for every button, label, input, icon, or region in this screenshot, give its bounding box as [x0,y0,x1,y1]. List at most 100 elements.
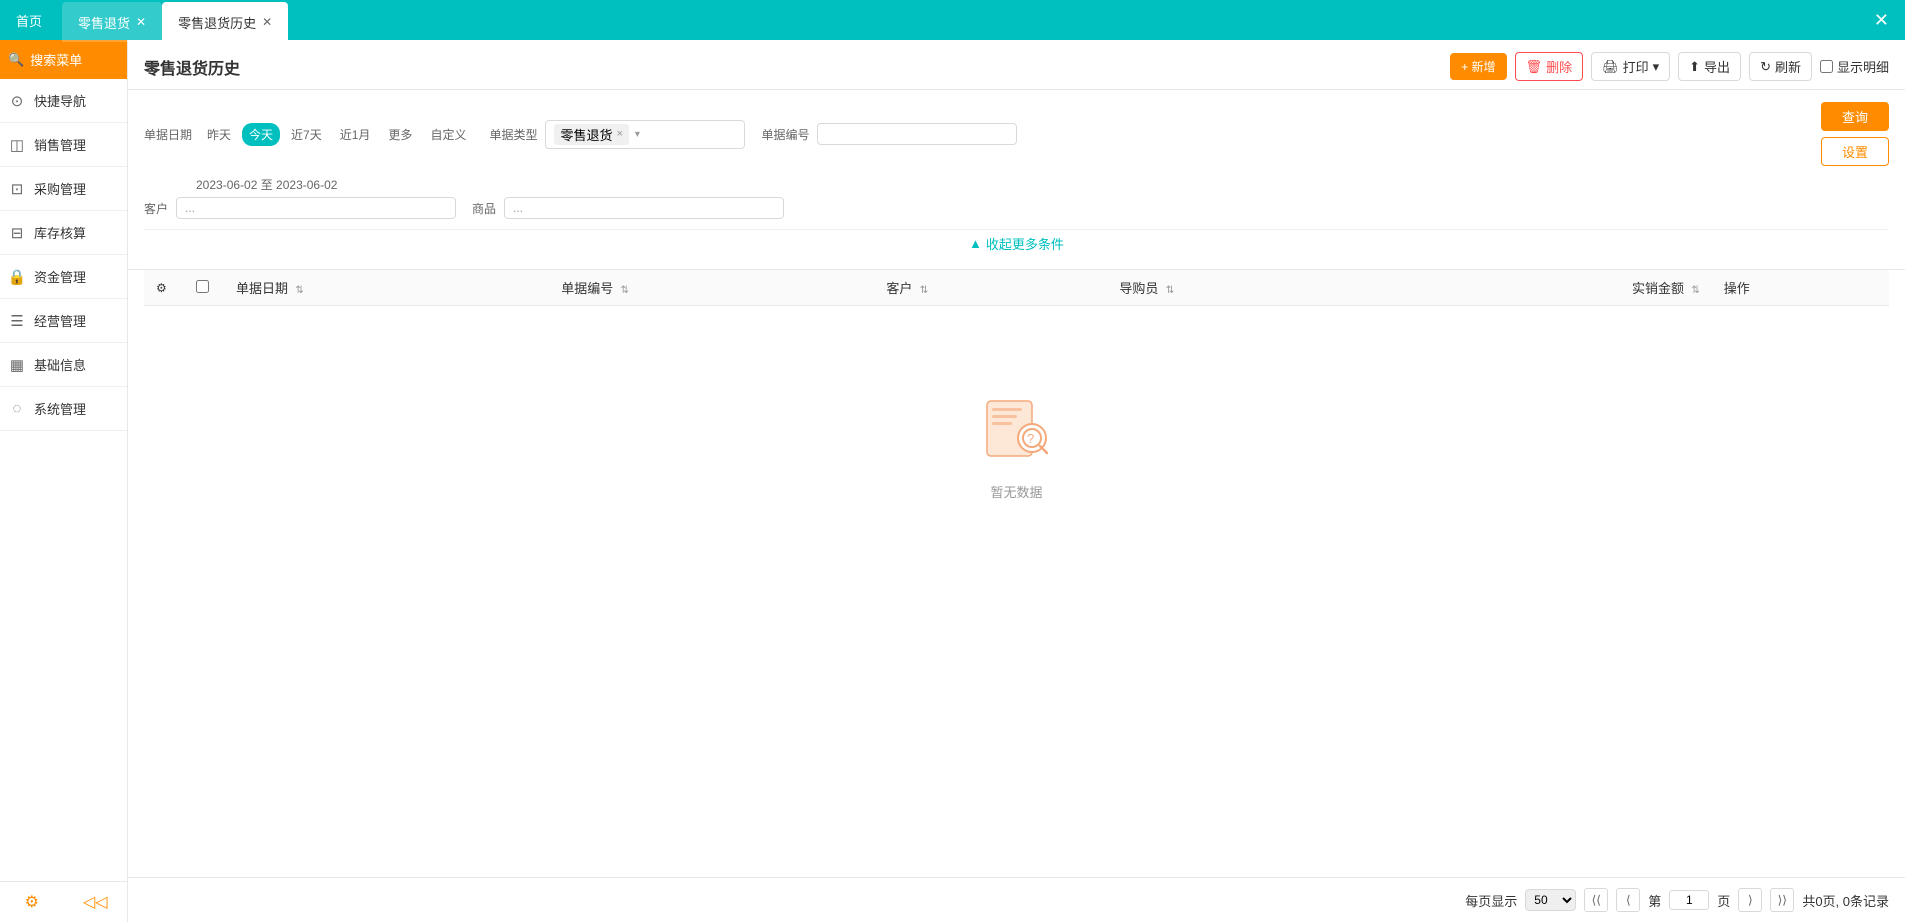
window-close-button[interactable]: ✕ [1858,10,1905,31]
th-doc-date[interactable]: 单据日期 ⇅ [224,270,549,306]
th-customer[interactable]: 客户 ⇅ [874,270,1107,306]
sidebar: 🔍 搜索菜单 ⊙ 快捷导航 ◫ 销售管理 ⊡ 采购管理 ⊟ 库存核算 🔒 资金管… [0,40,128,922]
export-button[interactable]: ⬆ 导出 [1678,52,1741,81]
collapse-conditions-button[interactable]: ▲ 收起更多条件 [144,229,1889,257]
sidebar-item-inventory-label: 库存核算 [34,223,86,242]
empty-state-cell: ? 暂无数据 [144,306,1889,582]
tab-retail-return[interactable]: 零售退货 ✕ [62,2,162,42]
toolbar: + 新增 🗑 删除 🖨 打印 ▾ ⬆ 导出 ↻ 刷新 [1450,52,1889,81]
action-buttons: 查询 设置 [1821,102,1889,166]
current-page-input[interactable] [1669,890,1709,910]
product-select[interactable]: ... [504,197,784,219]
sidebar-item-purchase[interactable]: ⊡ 采购管理 [0,167,127,211]
doc-type-select[interactable]: 零售退货 × ▾ [545,120,745,149]
th-guide-label: 导购员 [1119,281,1158,296]
doc-type-tag-close[interactable]: × [616,128,622,140]
customer-select[interactable]: ... [176,197,456,219]
page-header: 零售退货历史 + 新增 🗑 删除 🖨 打印 ▾ ⬆ 导出 ↻ [128,40,1905,90]
table-area: ⚙ 单据日期 ⇅ 单据编号 ⇅ 客户 ⇅ [128,270,1905,877]
sales-icon: ◫ [8,136,26,154]
customer-label: 客户 [144,200,168,217]
th-action: 操作 [1712,270,1889,306]
product-ellipsis: ... [513,201,523,215]
sidebar-item-sales[interactable]: ◫ 销售管理 [0,123,127,167]
date-btn-7days[interactable]: 近7天 [284,123,329,146]
sidebar-item-system-label: 系统管理 [34,399,86,418]
th-customer-label: 客户 [886,281,912,296]
date-btn-1month[interactable]: 近1月 [333,123,378,146]
th-guide[interactable]: 导购员 ⇅ [1107,270,1386,306]
page-size-select[interactable]: 50 100 [1525,889,1576,911]
sidebar-item-inventory[interactable]: ⊟ 库存核算 [0,211,127,255]
last-page-button[interactable]: ⟩⟩ [1770,888,1794,912]
date-btn-today[interactable]: 今天 [242,123,280,146]
svg-text:?: ? [1027,431,1034,446]
sidebar-collapse-button[interactable]: ◁◁ [64,882,128,922]
filter-area: 单据日期 昨天 今天 近7天 近1月 更多 自定义 单据类型 [128,90,1905,270]
date-btn-yesterday[interactable]: 昨天 [200,123,238,146]
settings-button[interactable]: 设置 [1821,137,1889,166]
content-area: 零售退货历史 + 新增 🗑 删除 🖨 打印 ▾ ⬆ 导出 ↻ [128,40,1905,922]
date-label: 单据日期 [144,126,192,143]
collapse-label: 收起更多条件 [986,234,1064,253]
delete-button[interactable]: 🗑 删除 [1515,52,1584,81]
show-detail-label: 显示明细 [1837,57,1889,76]
basic-info-icon: ▦ [8,356,26,374]
th-settings[interactable]: ⚙ [144,270,184,306]
next-page-button[interactable]: ⟩ [1738,888,1762,912]
th-amount[interactable]: 实销金额 ⇅ [1387,270,1712,306]
purchase-icon: ⊡ [8,180,26,198]
sidebar-item-basic-info[interactable]: ▦ 基础信息 [0,343,127,387]
pagination: 每页显示 50 100 ⟨⟨ ⟨ 第 页 ⟩ ⟩⟩ 共0页, 0条记录 [128,877,1905,922]
date-btn-custom[interactable]: 自定义 [423,123,473,146]
page-label: 第 [1648,891,1661,910]
search-icon: 🔍 [8,52,24,68]
main-layout: 🔍 搜索菜单 ⊙ 快捷导航 ◫ 销售管理 ⊡ 采购管理 ⊟ 库存核算 🔒 资金管… [0,40,1905,922]
table-body: ? 暂无数据 [144,306,1889,582]
sidebar-settings-button[interactable]: ⚙ [0,882,64,922]
th-checkbox[interactable] [184,270,224,306]
tab-home[interactable]: 首页 [0,0,58,40]
sidebar-search[interactable]: 🔍 搜索菜单 [0,40,127,79]
show-detail-checkbox-label[interactable]: 显示明细 [1820,57,1889,76]
doc-no-filter: 单据编号 [761,123,1017,145]
sidebar-item-basic-info-label: 基础信息 [34,355,86,374]
query-button[interactable]: 查询 [1821,102,1889,131]
th-doc-date-sort-icon: ⇅ [295,285,303,296]
sidebar-item-system[interactable]: ◌ 系统管理 [0,387,127,431]
print-button[interactable]: 🖨 打印 ▾ [1591,52,1670,81]
sidebar-item-quick-nav-label: 快捷导航 [34,91,86,110]
new-button[interactable]: + 新增 [1450,53,1506,80]
select-all-checkbox[interactable] [196,280,209,293]
sidebar-bottom: ⚙ ◁◁ [0,881,127,922]
delete-icon: 🗑 [1526,59,1543,75]
doc-type-tag-text: 零售退货 [560,125,612,144]
tab-retail-return-history[interactable]: 零售退货历史 ✕ [162,2,288,42]
prev-page-button[interactable]: ⟨ [1616,888,1640,912]
sidebar-item-finance[interactable]: 🔒 资金管理 [0,255,127,299]
tab-home-label: 首页 [16,11,42,30]
sidebar-search-label: 搜索菜单 [30,50,82,69]
tab-retail-return-close[interactable]: ✕ [136,15,146,29]
refresh-button[interactable]: ↻ 刷新 [1749,52,1812,81]
th-doc-no[interactable]: 单据编号 ⇅ [549,270,874,306]
inventory-icon: ⊟ [8,224,26,242]
sidebar-item-purchase-label: 采购管理 [34,179,86,198]
doc-no-input[interactable] [817,123,1017,145]
sidebar-item-quick-nav[interactable]: ⊙ 快捷导航 [0,79,127,123]
doc-type-label: 单据类型 [489,126,537,143]
tab-retail-return-history-close[interactable]: ✕ [262,15,272,29]
finance-icon: 🔒 [8,268,26,286]
delete-label: 删除 [1546,57,1572,76]
sidebar-item-operations[interactable]: ☰ 经营管理 [0,299,127,343]
export-label: 导出 [1704,57,1730,76]
first-page-button[interactable]: ⟨⟨ [1584,888,1608,912]
page-title: 零售退货历史 [144,55,240,79]
tab-retail-return-label: 零售退货 [78,13,130,32]
doc-type-tag: 零售退货 × [554,124,628,145]
th-amount-sort-icon: ⇅ [1691,285,1699,296]
page-unit: 页 [1717,891,1730,910]
date-btn-more[interactable]: 更多 [381,123,419,146]
th-doc-no-label: 单据编号 [561,281,613,296]
show-detail-checkbox[interactable] [1820,60,1833,73]
